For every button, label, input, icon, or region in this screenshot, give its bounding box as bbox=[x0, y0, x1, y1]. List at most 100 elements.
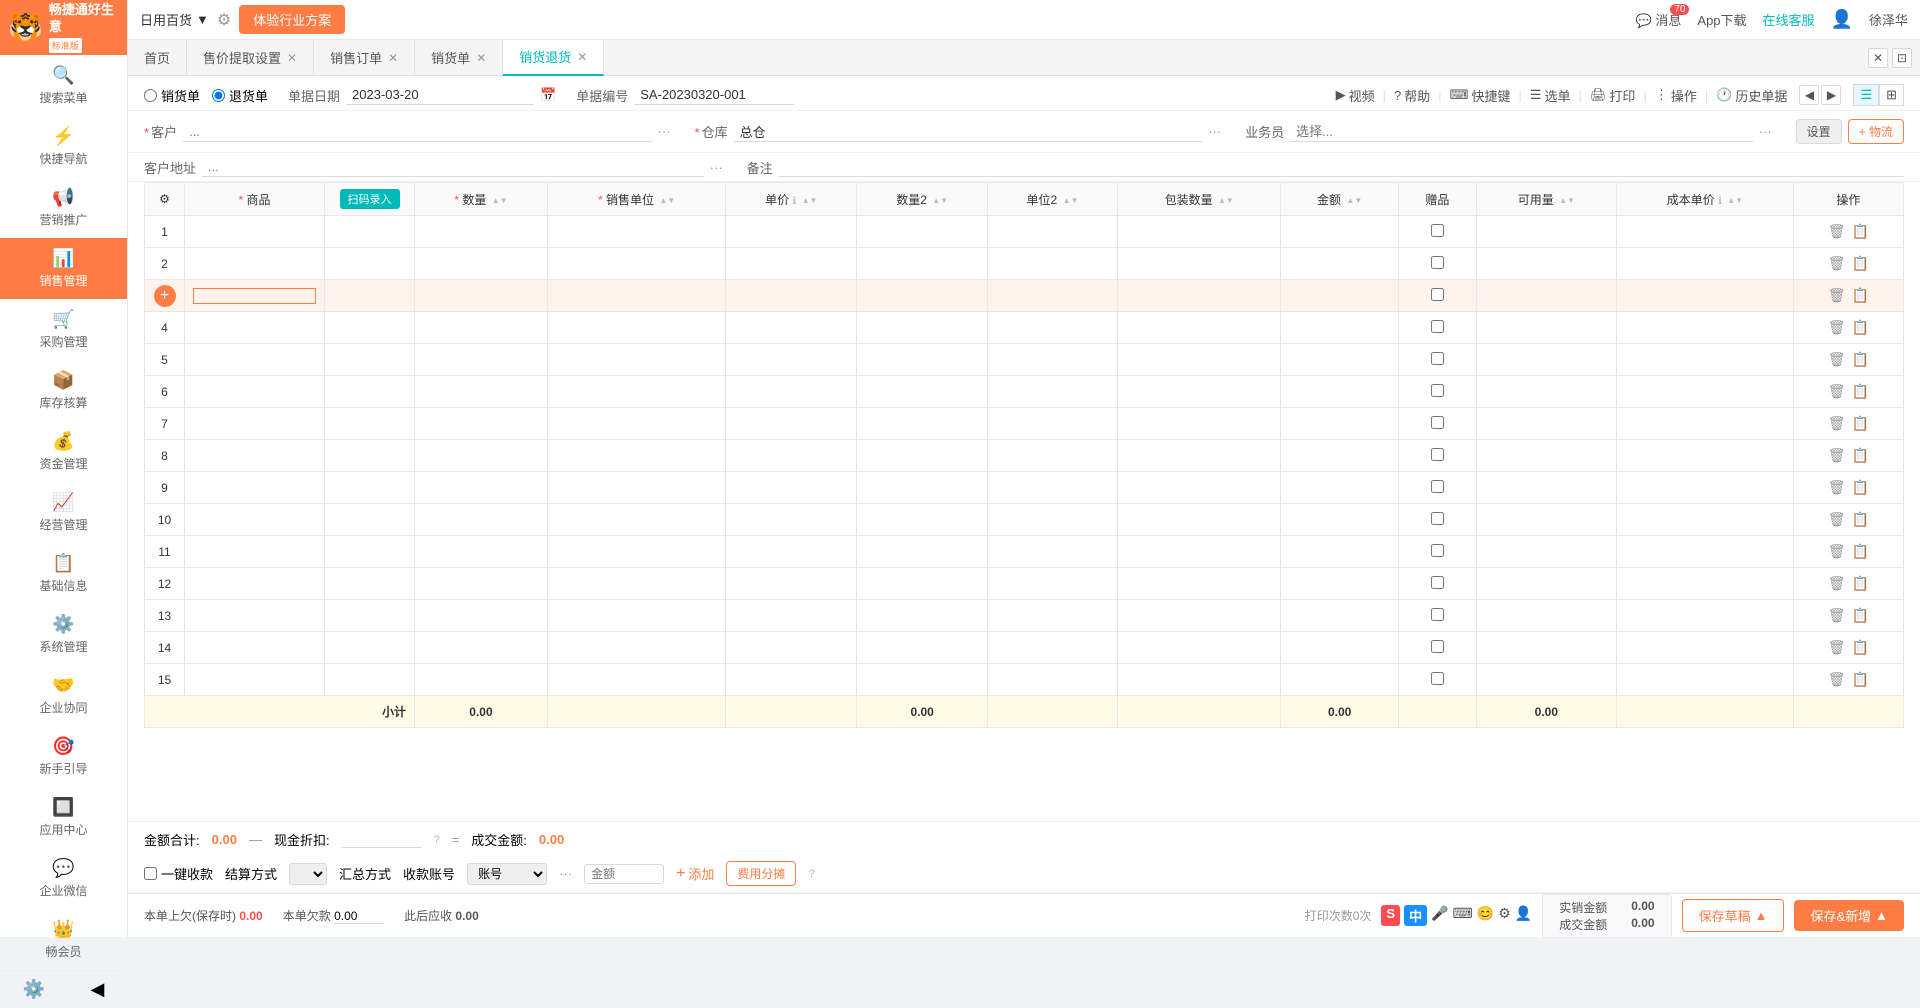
cost-sort-icon[interactable]: ▲▼ bbox=[1727, 196, 1743, 205]
copy-row-button[interactable]: 📋 bbox=[1852, 511, 1869, 528]
sidebar-item-search[interactable]: 🔍 搜索菜单 bbox=[0, 55, 127, 116]
pkg-qty-cell[interactable] bbox=[1118, 248, 1281, 280]
tab-home[interactable]: 首页 bbox=[128, 40, 187, 76]
video-action[interactable]: ▶ 视频 bbox=[1336, 86, 1375, 105]
prev-record-button[interactable]: ◀ bbox=[1799, 85, 1819, 105]
radio-delivery[interactable]: 销货单 bbox=[144, 86, 200, 105]
one-click-label[interactable]: 一键收款 bbox=[144, 864, 213, 883]
delete-row-button[interactable]: 🗑 bbox=[1828, 223, 1846, 240]
available-sort-icon[interactable]: ▲▼ bbox=[1559, 196, 1575, 205]
goods-input-active[interactable] bbox=[193, 288, 316, 304]
account-select[interactable]: 账号 bbox=[467, 863, 547, 885]
gift-cell[interactable] bbox=[1399, 280, 1477, 312]
copy-row-button[interactable]: 📋 bbox=[1852, 415, 1869, 432]
qty2-cell[interactable] bbox=[857, 248, 987, 280]
goods-cell[interactable] bbox=[185, 216, 325, 248]
gift-checkbox[interactable] bbox=[1431, 544, 1444, 557]
goods-cell[interactable] bbox=[185, 248, 325, 280]
copy-row-button[interactable]: 📋 bbox=[1852, 479, 1869, 496]
experience-button[interactable]: 体验行业方案 bbox=[239, 5, 345, 34]
radio-delivery-input[interactable] bbox=[144, 89, 157, 102]
copy-row-button[interactable]: 📋 bbox=[1852, 223, 1869, 240]
gift-checkbox[interactable] bbox=[1431, 672, 1444, 685]
close-tab-button[interactable]: ✕ bbox=[1868, 48, 1888, 68]
gift-checkbox[interactable] bbox=[1431, 640, 1444, 653]
save-new-button[interactable]: 保存&新增 ▲ bbox=[1794, 900, 1904, 931]
gift-checkbox[interactable] bbox=[1431, 320, 1444, 333]
sidebar-item-operations[interactable]: 📈 经营管理 bbox=[0, 482, 127, 543]
unit-cell[interactable] bbox=[547, 280, 725, 312]
message-badge[interactable]: 💬 70 消息 bbox=[1636, 10, 1682, 29]
unit2-cell[interactable] bbox=[987, 280, 1117, 312]
gift-cell[interactable] bbox=[1399, 216, 1477, 248]
staff-input[interactable] bbox=[1290, 122, 1753, 142]
price-cell[interactable] bbox=[726, 248, 857, 280]
sidebar-item-enterprise[interactable]: 🤝 企业协同 bbox=[0, 665, 127, 726]
topbar-gear-icon[interactable]: ⚙ bbox=[217, 10, 231, 30]
number-input[interactable] bbox=[634, 85, 794, 105]
warehouse-dots[interactable]: ··· bbox=[1208, 124, 1221, 139]
unit-sort-icon[interactable]: ▲▼ bbox=[659, 196, 675, 205]
delete-row-button[interactable]: 🗑 bbox=[1828, 287, 1846, 304]
price-cell[interactable] bbox=[726, 280, 857, 312]
tab-sales-return-close[interactable]: ✕ bbox=[577, 50, 587, 64]
copy-row-button[interactable]: 📋 bbox=[1852, 575, 1869, 592]
copy-row-button[interactable]: 📋 bbox=[1852, 351, 1869, 368]
price-sort-icon[interactable]: ▲▼ bbox=[802, 196, 818, 205]
note-input[interactable] bbox=[779, 157, 1904, 177]
unit2-cell[interactable] bbox=[987, 216, 1117, 248]
radio-return-input[interactable] bbox=[212, 89, 225, 102]
qty-sort-icon[interactable]: ▲▼ bbox=[492, 196, 508, 205]
fee-split-button[interactable]: 费用分摊 bbox=[726, 861, 796, 886]
gift-checkbox[interactable] bbox=[1431, 416, 1444, 429]
qty-cell[interactable] bbox=[415, 216, 548, 248]
unit-cell[interactable] bbox=[547, 216, 725, 248]
customer-input[interactable] bbox=[183, 122, 651, 142]
dots-icon[interactable]: ··· bbox=[559, 866, 572, 881]
th-gear[interactable]: ⚙ bbox=[145, 183, 185, 216]
app-download-link[interactable]: App下载 bbox=[1697, 10, 1746, 29]
date-input[interactable] bbox=[346, 85, 534, 105]
grid-view-button[interactable]: ⊞ bbox=[1879, 84, 1904, 106]
qty-cell[interactable] bbox=[415, 280, 548, 312]
tab-sales-order-close[interactable]: ✕ bbox=[388, 51, 398, 65]
th-scan[interactable]: 扫码录入 bbox=[325, 183, 415, 216]
warehouse-input[interactable] bbox=[734, 122, 1202, 142]
gift-checkbox[interactable] bbox=[1431, 480, 1444, 493]
add-payment-button[interactable]: + 添加 bbox=[676, 864, 714, 883]
sidebar-item-shortcut[interactable]: ⚡ 快捷导航 bbox=[0, 116, 127, 177]
one-click-checkbox[interactable] bbox=[144, 867, 157, 880]
help-action[interactable]: ? 帮助 bbox=[1394, 86, 1430, 105]
qty2-sort-icon[interactable]: ▲▼ bbox=[932, 196, 948, 205]
tab-sales-order[interactable]: 销售订单 ✕ bbox=[314, 40, 415, 76]
history-action[interactable]: 🕐 历史单据 bbox=[1716, 86, 1787, 105]
delete-row-button[interactable]: 🗑 bbox=[1828, 479, 1846, 496]
sidebar-item-member[interactable]: 👑 畅会员 bbox=[0, 909, 127, 970]
delete-row-button[interactable]: 🗑 bbox=[1828, 575, 1846, 592]
tab-sales-delivery-close[interactable]: ✕ bbox=[476, 51, 486, 65]
gift-cell[interactable] bbox=[1399, 248, 1477, 280]
delete-row-button[interactable]: 🗑 bbox=[1828, 639, 1846, 656]
copy-row-button[interactable]: 📋 bbox=[1852, 287, 1869, 304]
sidebar-item-funds[interactable]: 💰 资金管理 bbox=[0, 421, 127, 482]
delete-row-button[interactable]: 🗑 bbox=[1828, 511, 1846, 528]
save-draft-button[interactable]: 保存草稿 ▲ bbox=[1682, 899, 1785, 932]
copy-row-button[interactable]: 📋 bbox=[1852, 607, 1869, 624]
logistics-button[interactable]: + 物流 bbox=[1848, 119, 1904, 144]
this-debit-input[interactable] bbox=[334, 909, 384, 924]
goods-cell-active[interactable] bbox=[185, 280, 325, 312]
qty2-cell[interactable] bbox=[857, 280, 987, 312]
list-view-button[interactable]: ☰ bbox=[1853, 84, 1879, 106]
copy-row-button[interactable]: 📋 bbox=[1852, 671, 1869, 688]
sidebar-item-apps[interactable]: 🔲 应用中心 bbox=[0, 787, 127, 848]
price-cell[interactable] bbox=[726, 216, 857, 248]
radio-return[interactable]: 退货单 bbox=[212, 86, 268, 105]
copy-row-button[interactable]: 📋 bbox=[1852, 255, 1869, 272]
pkg-qty-cell[interactable] bbox=[1118, 280, 1281, 312]
sidebar-item-purchase[interactable]: 🛒 采购管理 bbox=[0, 299, 127, 360]
tab-price-setting[interactable]: 售价提取设置 ✕ bbox=[187, 40, 314, 76]
gift-checkbox[interactable] bbox=[1431, 576, 1444, 589]
sidebar-item-sales[interactable]: 📊 销售管理 bbox=[0, 238, 127, 299]
unit-cell[interactable] bbox=[547, 248, 725, 280]
calc-method-select[interactable] bbox=[289, 863, 327, 885]
